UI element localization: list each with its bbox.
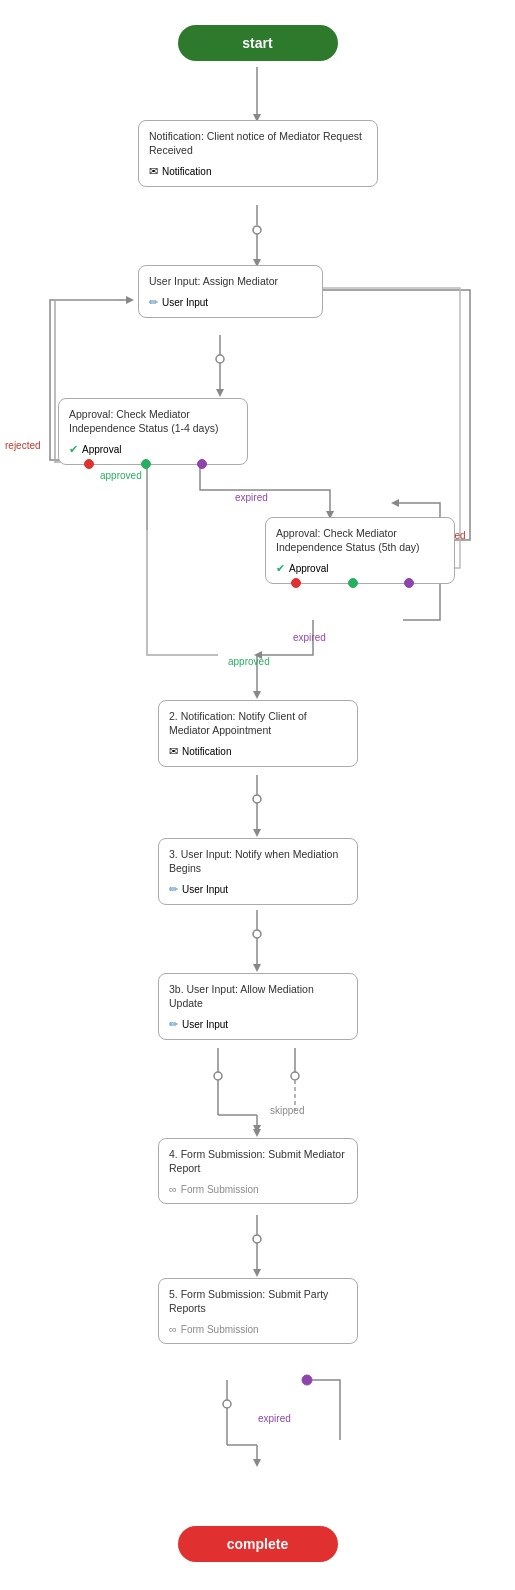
complete-label: complete bbox=[227, 1536, 288, 1552]
svg-point-3 bbox=[253, 226, 261, 234]
svg-point-41 bbox=[223, 1400, 231, 1408]
approval2-title: Approval: Check Mediator Independence St… bbox=[276, 526, 444, 554]
svg-point-7 bbox=[216, 355, 224, 363]
user-input-assign-title: User Input: Assign Mediator bbox=[149, 274, 312, 288]
svg-point-27 bbox=[214, 1072, 222, 1080]
start-node: start bbox=[178, 25, 338, 61]
expired3-label: expired bbox=[258, 1413, 291, 1424]
form-submission2-title: 5. Form Submission: Submit Party Reports bbox=[169, 1287, 347, 1315]
svg-marker-10 bbox=[126, 296, 134, 304]
approval2-dot-purple bbox=[404, 578, 414, 588]
notification2-box: 2. Notification: Notify Client of Mediat… bbox=[158, 700, 358, 767]
form-submission1-type-label: Form Submission bbox=[181, 1184, 259, 1195]
form-submission2-box: 5. Form Submission: Submit Party Reports… bbox=[158, 1278, 358, 1344]
approval1-icon: ✔ bbox=[69, 443, 78, 456]
svg-point-29 bbox=[291, 1072, 299, 1080]
user-input-assign-type-label: User Input bbox=[162, 297, 208, 308]
notification1-title: Notification: Client notice of Mediator … bbox=[149, 129, 367, 157]
svg-marker-21 bbox=[253, 829, 261, 837]
form-submission1-icon: ∞ bbox=[169, 1183, 177, 1195]
user-input3-icon: ✏ bbox=[169, 1018, 178, 1031]
user-input3-title: 3b. User Input: Allow Mediation Update bbox=[169, 982, 347, 1010]
approval1-box: Approval: Check Mediator Independence St… bbox=[58, 398, 248, 465]
notification2-type: ✉ Notification bbox=[169, 745, 347, 758]
user-input-assign-icon: ✏ bbox=[149, 296, 158, 309]
approval2-type-label: Approval bbox=[289, 563, 328, 574]
approval1-type-label: Approval bbox=[82, 444, 121, 455]
user-input2-title: 3. User Input: Notify when Mediation Beg… bbox=[169, 847, 347, 875]
form-submission2-icon: ∞ bbox=[169, 1323, 177, 1335]
user-input-assign-type: ✏ User Input bbox=[149, 296, 312, 309]
approval2-dot-green bbox=[348, 578, 358, 588]
approval1-dot-purple bbox=[197, 459, 207, 469]
user-input3-type: ✏ User Input bbox=[169, 1018, 347, 1031]
complete-node: complete bbox=[178, 1526, 338, 1562]
svg-marker-46 bbox=[253, 1459, 261, 1467]
approval2-box: Approval: Check Mediator Independence St… bbox=[265, 517, 455, 584]
svg-point-37 bbox=[253, 1235, 261, 1243]
form-submission2-type: ∞ Form Submission bbox=[169, 1323, 347, 1335]
start-label: start bbox=[242, 35, 272, 51]
notification2-type-label: Notification bbox=[182, 746, 231, 757]
svg-marker-31 bbox=[253, 1125, 261, 1133]
svg-marker-14 bbox=[391, 499, 399, 507]
form-submission1-type: ∞ Form Submission bbox=[169, 1183, 347, 1195]
connector-lines bbox=[0, 0, 515, 1590]
approval2-dot-red bbox=[291, 578, 301, 588]
notification1-type: ✉ Notification bbox=[149, 165, 367, 178]
svg-marker-25 bbox=[253, 964, 261, 972]
form-submission1-box: 4. Form Submission: Submit Mediator Repo… bbox=[158, 1138, 358, 1204]
approval1-dot-green bbox=[141, 459, 151, 469]
user-input3-type-label: User Input bbox=[182, 1019, 228, 1030]
user-input2-box: 3. User Input: Notify when Mediation Beg… bbox=[158, 838, 358, 905]
svg-point-42 bbox=[302, 1375, 312, 1385]
user-input2-type: ✏ User Input bbox=[169, 883, 347, 896]
approved2-label: approved bbox=[228, 656, 270, 667]
rejected1-label: rejected bbox=[5, 440, 41, 451]
skipped-label: skipped bbox=[270, 1105, 304, 1116]
form-submission2-type-label: Form Submission bbox=[181, 1324, 259, 1335]
svg-marker-39 bbox=[253, 1269, 261, 1277]
user-input-assign-box: User Input: Assign Mediator ✏ User Input bbox=[138, 265, 323, 318]
user-input3-box: 3b. User Input: Allow Mediation Update ✏… bbox=[158, 973, 358, 1040]
notification2-title: 2. Notification: Notify Client of Mediat… bbox=[169, 709, 347, 737]
notification1-icon: ✉ bbox=[149, 165, 158, 178]
user-input2-type-label: User Input bbox=[182, 884, 228, 895]
notification1-box: Notification: Client notice of Mediator … bbox=[138, 120, 378, 187]
user-input2-icon: ✏ bbox=[169, 883, 178, 896]
approval2-icon: ✔ bbox=[276, 562, 285, 575]
svg-marker-9 bbox=[216, 389, 224, 397]
svg-point-23 bbox=[253, 930, 261, 938]
expired1-label: expired bbox=[235, 492, 268, 503]
expired2-label: expired bbox=[293, 632, 326, 643]
notification2-icon: ✉ bbox=[169, 745, 178, 758]
svg-point-19 bbox=[253, 795, 261, 803]
svg-marker-35 bbox=[253, 1129, 261, 1137]
form-submission1-title: 4. Form Submission: Submit Mediator Repo… bbox=[169, 1147, 347, 1175]
approval1-dot-red bbox=[84, 459, 94, 469]
approval1-title: Approval: Check Mediator Independence St… bbox=[69, 407, 237, 435]
approval2-type: ✔ Approval bbox=[276, 562, 444, 575]
workflow-diagram: start Notification: Client notice of Med… bbox=[0, 0, 515, 1590]
notification1-type-label: Notification bbox=[162, 166, 211, 177]
svg-marker-17 bbox=[253, 691, 261, 699]
approval1-type: ✔ Approval bbox=[69, 443, 237, 456]
approved1-label: approved bbox=[100, 470, 142, 481]
